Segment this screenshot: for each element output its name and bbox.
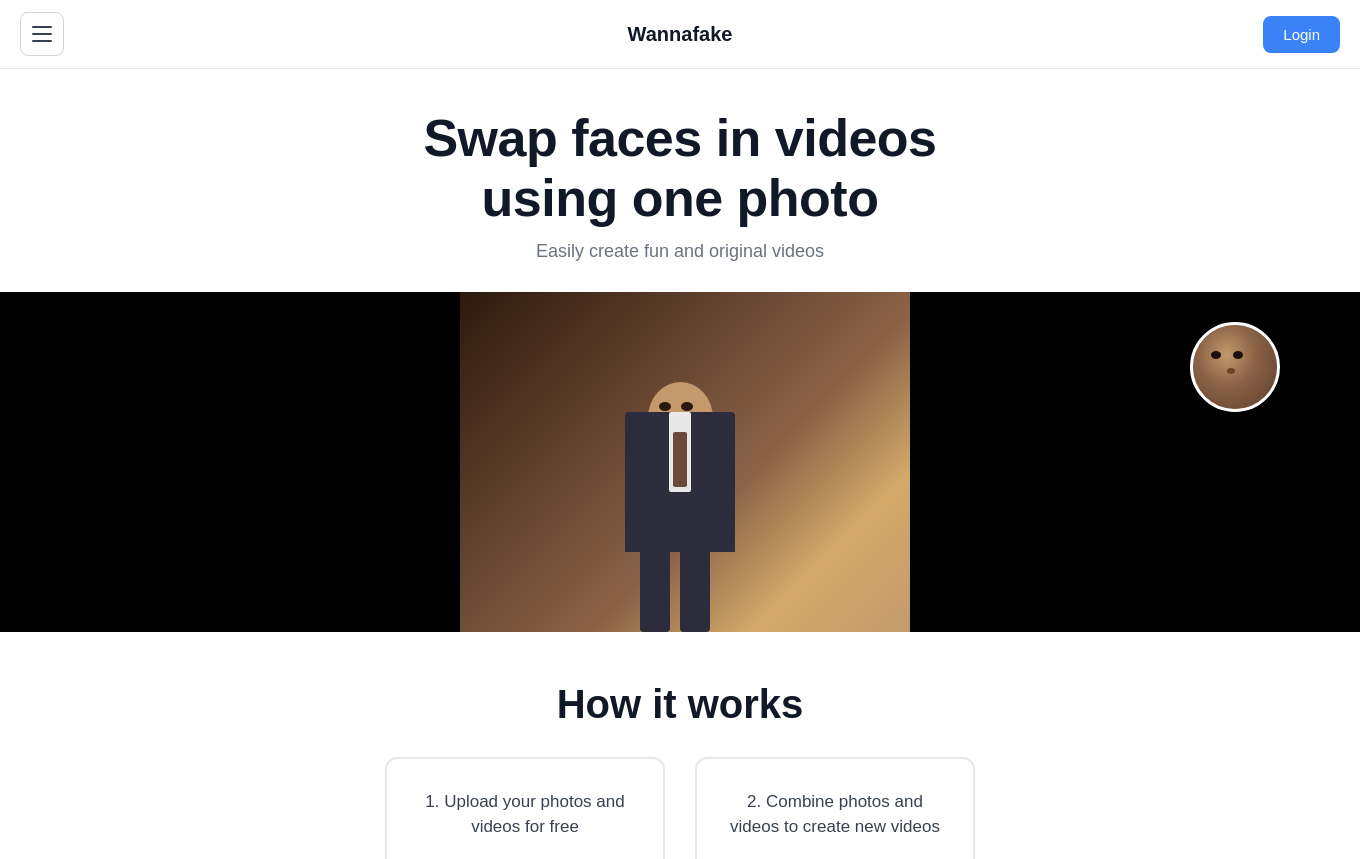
card-upload-text: 1. Upload your photos and videos for fre… [417, 789, 633, 840]
hero-section: Swap faces in videos using one photo Eas… [0, 69, 1360, 292]
figure-leg-right [680, 552, 710, 632]
figure-tie [673, 432, 687, 487]
header: Wannafake Login [0, 0, 1360, 69]
hamburger-line [32, 40, 52, 42]
how-it-works-section: How it works 1. Upload your photos and v… [0, 632, 1360, 859]
cards-row: 1. Upload your photos and videos for fre… [20, 757, 1340, 859]
figure-legs [640, 552, 720, 632]
face-overlay-bubble [1190, 322, 1280, 412]
brand-title: Wannafake [628, 23, 733, 46]
card-combine-text: 2. Combine photos and videos to create n… [727, 789, 943, 840]
card-upload: 1. Upload your photos and videos for fre… [385, 757, 665, 859]
section-title: How it works [20, 682, 1340, 727]
hero-title: Swap faces in videos using one photo [20, 109, 1340, 229]
hero-subtitle: Easily create fun and original videos [20, 241, 1340, 262]
figure-leg-left [640, 552, 670, 632]
video-figure [625, 382, 735, 632]
hamburger-line [32, 33, 52, 35]
card-combine: 2. Combine photos and videos to create n… [695, 757, 975, 859]
login-button[interactable]: Login [1263, 16, 1340, 53]
hamburger-menu-button[interactable] [20, 12, 64, 56]
video-banner [0, 292, 1360, 632]
hamburger-line [32, 26, 52, 28]
figure-suit [625, 412, 735, 552]
face-image [1193, 325, 1277, 409]
